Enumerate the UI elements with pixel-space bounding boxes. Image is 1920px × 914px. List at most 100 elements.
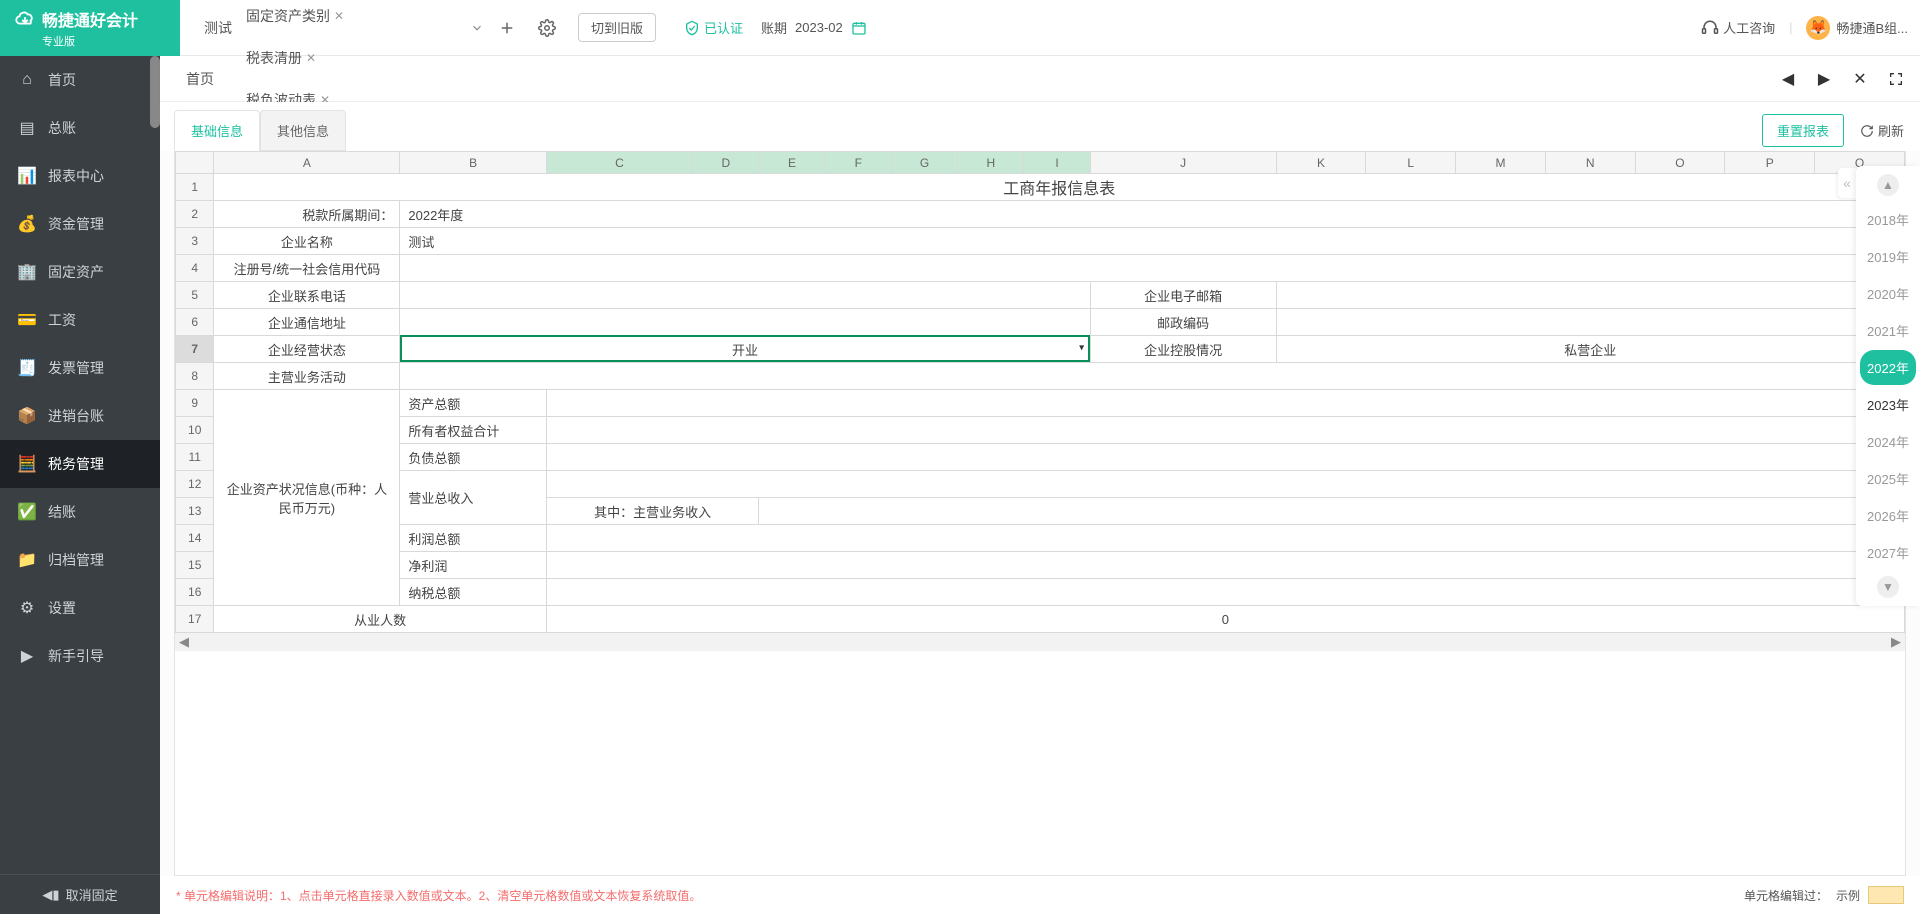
cell[interactable]: 2022年度 (400, 201, 1905, 228)
cell[interactable] (400, 363, 1905, 390)
user-menu[interactable]: 🦊 畅捷通B组... (1806, 16, 1908, 40)
row-header[interactable]: 17 (176, 606, 214, 633)
col-header-L[interactable]: L (1366, 152, 1456, 174)
refresh-button[interactable]: 刷新 (1860, 121, 1904, 140)
col-header-I[interactable]: I (1024, 152, 1090, 174)
year-option[interactable]: 2027年 (1860, 535, 1916, 570)
row-header[interactable]: 8 (176, 363, 214, 390)
row-header[interactable]: 10 (176, 417, 214, 444)
spreadsheet[interactable]: ABCDEFGHIJKLMNOPQ 1工商年报信息表 2税款所属期间：2022年… (174, 151, 1906, 876)
year-scroll-up[interactable]: ▲ (1877, 174, 1899, 196)
year-option[interactable]: 2020年 (1860, 276, 1916, 311)
col-header-D[interactable]: D (693, 152, 759, 174)
sidebar-item-salary[interactable]: 💳工资 (0, 296, 160, 344)
col-header-G[interactable]: G (891, 152, 957, 174)
row-header[interactable]: 7 (176, 336, 214, 363)
row-header[interactable]: 6 (176, 309, 214, 336)
cell[interactable]: 测试 (400, 228, 1905, 255)
sidebar-item-ledger[interactable]: ▤总账 (0, 104, 160, 152)
year-scroll-down[interactable]: ▼ (1877, 576, 1899, 598)
settings-gear-button[interactable] (530, 11, 564, 45)
col-header-E[interactable]: E (759, 152, 825, 174)
year-option[interactable]: 2022年 (1860, 350, 1916, 385)
cell[interactable] (546, 525, 1904, 552)
cell[interactable] (1276, 309, 1904, 336)
cell[interactable] (546, 390, 1904, 417)
cell[interactable] (546, 471, 1904, 498)
cell[interactable] (1276, 282, 1904, 309)
cell[interactable] (400, 282, 1090, 309)
col-header-F[interactable]: F (825, 152, 891, 174)
sidebar-item-inout[interactable]: 📦进销台账 (0, 392, 160, 440)
row-header[interactable]: 13 (176, 498, 214, 525)
year-option[interactable]: 2021年 (1860, 313, 1916, 348)
col-header-P[interactable]: P (1725, 152, 1815, 174)
row-header[interactable]: 9 (176, 390, 214, 417)
col-header-N[interactable]: N (1545, 152, 1635, 174)
horizontal-scrollbar[interactable]: ◀ ▶ (175, 633, 1905, 651)
sidebar-scrollbar[interactable] (150, 56, 160, 128)
col-header-J[interactable]: J (1090, 152, 1276, 174)
tabs-close-button[interactable]: ✕ (1846, 65, 1874, 93)
year-option[interactable]: 2019年 (1860, 239, 1916, 274)
year-option[interactable]: 2023年 (1860, 387, 1916, 422)
col-header-C[interactable]: C (546, 152, 692, 174)
scroll-left-button[interactable]: ◀ (175, 634, 193, 650)
row-header[interactable]: 14 (176, 525, 214, 552)
reset-report-button[interactable]: 重置报表 (1762, 114, 1844, 147)
tabs-next-button[interactable]: ▶ (1810, 65, 1838, 93)
sidebar-item-reports[interactable]: 📊报表中心 (0, 152, 160, 200)
sidebar-item-funds[interactable]: 💰资金管理 (0, 200, 160, 248)
row-header[interactable]: 4 (176, 255, 214, 282)
sidebar-item-invoice[interactable]: 🧾发票管理 (0, 344, 160, 392)
switch-old-version-button[interactable]: 切到旧版 (578, 13, 656, 42)
cell[interactable] (400, 309, 1090, 336)
sidebar-item-close[interactable]: ✅结账 (0, 488, 160, 536)
col-header-A[interactable]: A (214, 152, 400, 174)
col-header-H[interactable]: H (958, 152, 1024, 174)
tab-close-icon[interactable]: ✕ (334, 9, 344, 23)
year-option[interactable]: 2018年 (1860, 202, 1916, 237)
unpin-sidebar-button[interactable]: ◀▮ 取消固定 (0, 874, 160, 914)
tab-home[interactable]: 首页 (170, 58, 230, 100)
scroll-right-button[interactable]: ▶ (1887, 634, 1905, 650)
row-header[interactable]: 1 (176, 174, 214, 201)
consult-button[interactable]: 人工咨询 (1701, 18, 1775, 37)
subtab-basic-info[interactable]: 基础信息 (174, 110, 260, 151)
col-header-O[interactable]: O (1635, 152, 1725, 174)
sidebar-item-settings[interactable]: ⚙设置 (0, 584, 160, 632)
year-panel-collapse[interactable]: « (1838, 168, 1856, 198)
col-header-M[interactable]: M (1456, 152, 1546, 174)
row-header[interactable]: 11 (176, 444, 214, 471)
calendar-icon[interactable] (851, 20, 867, 36)
sidebar-item-tax[interactable]: 🧮税务管理 (0, 440, 160, 488)
row-header[interactable]: 16 (176, 579, 214, 606)
cell[interactable] (546, 552, 1904, 579)
row-header[interactable]: 2 (176, 201, 214, 228)
cell-dropdown[interactable]: 开业 (400, 336, 1090, 363)
sidebar-item-guide[interactable]: ▶新手引导 (0, 632, 160, 680)
tab-2[interactable]: 固定资产类别 ✕ (230, 0, 430, 37)
cell[interactable] (759, 498, 1905, 525)
tab-3[interactable]: 税表清册 ✕ (230, 37, 430, 79)
add-button[interactable] (490, 11, 524, 45)
col-header-B[interactable]: B (400, 152, 546, 174)
cell[interactable] (546, 444, 1904, 471)
tab-close-icon[interactable]: ✕ (306, 51, 316, 65)
cell[interactable] (546, 579, 1904, 606)
row-header[interactable]: 5 (176, 282, 214, 309)
col-header-K[interactable]: K (1276, 152, 1366, 174)
sidebar-item-archive[interactable]: 📁归档管理 (0, 536, 160, 584)
year-option[interactable]: 2025年 (1860, 461, 1916, 496)
cell[interactable]: 0 (546, 606, 1904, 633)
fullscreen-button[interactable] (1882, 65, 1910, 93)
year-option[interactable]: 2024年 (1860, 424, 1916, 459)
sidebar-item-fixed[interactable]: 🏢固定资产 (0, 248, 160, 296)
year-option[interactable]: 2026年 (1860, 498, 1916, 533)
cell[interactable]: 私营企业 (1276, 336, 1904, 363)
sidebar-item-home[interactable]: ⌂首页 (0, 56, 160, 104)
row-header[interactable]: 12 (176, 471, 214, 498)
tabs-prev-button[interactable]: ◀ (1774, 65, 1802, 93)
row-header[interactable]: 15 (176, 552, 214, 579)
cell[interactable] (400, 255, 1905, 282)
